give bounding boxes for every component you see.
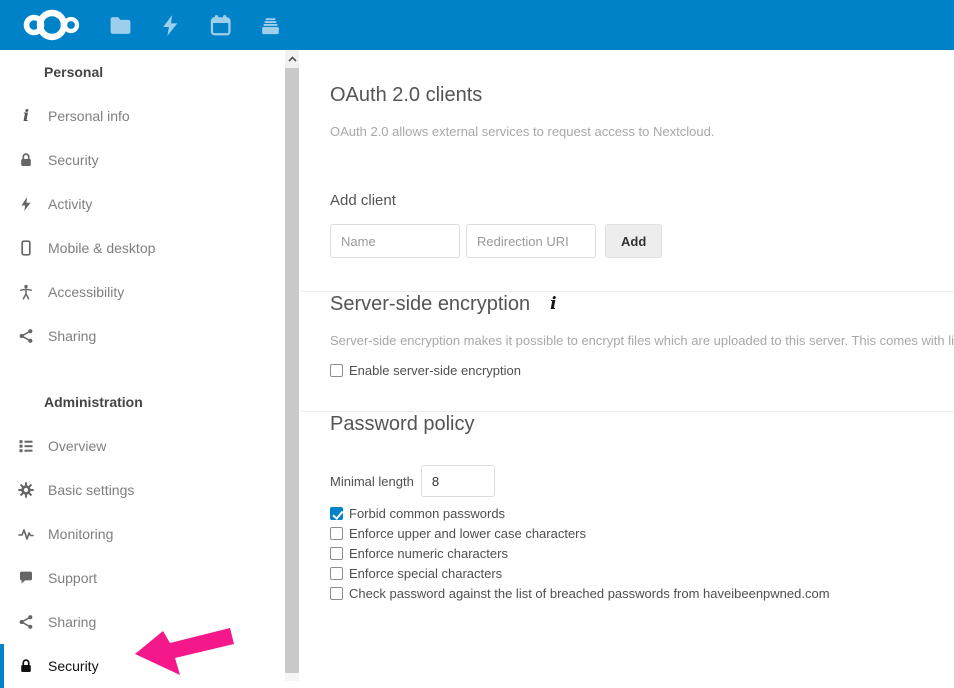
sidebar-item-label: Accessibility xyxy=(48,284,124,300)
policy-option-row: Enforce numeric characters xyxy=(330,546,954,561)
info-icon: i xyxy=(18,108,34,124)
check-breached-passwords-checkbox[interactable] xyxy=(330,587,343,600)
redirection-uri-input[interactable] xyxy=(466,224,596,258)
calendar-icon xyxy=(208,13,233,38)
policy-option-row: Enforce special characters xyxy=(330,566,954,581)
settings-main-panel: OAuth 2.0 clients OAuth 2.0 allows exter… xyxy=(300,50,954,681)
sidebar-item-mobile-desktop[interactable]: Mobile & desktop xyxy=(0,226,285,270)
client-name-input[interactable] xyxy=(330,224,460,258)
policy-option-label: Enforce numeric characters xyxy=(349,546,508,561)
policy-option-label: Enforce upper and lower case characters xyxy=(349,526,586,541)
oauth-section-title: OAuth 2.0 clients xyxy=(330,83,954,107)
deck-icon xyxy=(258,13,283,38)
files-app-button[interactable] xyxy=(95,0,145,50)
sidebar-item-label: Personal info xyxy=(48,108,130,124)
scroll-up-button[interactable] xyxy=(285,50,299,68)
enforce-special-checkbox[interactable] xyxy=(330,567,343,580)
sidebar-item-label: Activity xyxy=(48,196,92,212)
top-header-bar xyxy=(0,0,954,50)
policy-option-row: Enforce upper and lower case characters xyxy=(330,526,954,541)
sidebar-section-administration: Administration xyxy=(0,380,285,424)
sidebar-item-support[interactable]: Support xyxy=(0,556,285,600)
encryption-section-title: Server-side encryption i xyxy=(330,292,954,316)
forbid-common-passwords-checkbox[interactable] xyxy=(330,507,343,520)
enable-encryption-row: Enable server-side encryption xyxy=(330,363,954,378)
settings-sidebar: Personal i Personal info Security Activi… xyxy=(0,50,300,681)
sidebar-scrollbar[interactable] xyxy=(285,50,299,681)
chat-icon xyxy=(18,570,34,586)
info-icon[interactable]: i xyxy=(550,292,556,316)
sidebar-item-security-admin[interactable]: Security xyxy=(0,644,285,688)
phone-icon xyxy=(18,240,34,256)
sidebar-item-label: Support xyxy=(48,570,97,586)
sidebar-item-label: Overview xyxy=(48,438,106,454)
minimal-length-label: Minimal length xyxy=(330,474,414,489)
chevron-up-icon xyxy=(288,56,297,62)
share-icon xyxy=(18,614,34,630)
sidebar-item-monitoring[interactable]: Monitoring xyxy=(0,512,285,556)
password-policy-title: Password policy xyxy=(330,412,954,436)
sidebar-item-security-personal[interactable]: Security xyxy=(0,138,285,182)
enable-encryption-label: Enable server-side encryption xyxy=(349,363,521,378)
sidebar-section-personal: Personal xyxy=(0,50,285,94)
sidebar-item-label: Sharing xyxy=(48,614,96,630)
sidebar-item-sharing-personal[interactable]: Sharing xyxy=(0,314,285,358)
sidebar-item-basic-settings[interactable]: Basic settings xyxy=(0,468,285,512)
minimal-length-input[interactable] xyxy=(421,465,495,497)
folder-icon xyxy=(108,13,133,38)
calendar-app-button[interactable] xyxy=(195,0,245,50)
minimal-length-row: Minimal length xyxy=(330,465,954,497)
gear-icon xyxy=(18,482,34,498)
sidebar-item-sharing-admin[interactable]: Sharing xyxy=(0,600,285,644)
sidebar-item-overview[interactable]: Overview xyxy=(0,424,285,468)
sidebar-item-label: Basic settings xyxy=(48,482,134,498)
nextcloud-logo[interactable] xyxy=(9,0,81,50)
lock-icon xyxy=(18,152,34,168)
policy-option-label: Forbid common passwords xyxy=(349,506,505,521)
sidebar-item-personal-info[interactable]: i Personal info xyxy=(0,94,285,138)
sidebar-item-label: Sharing xyxy=(48,328,96,344)
pulse-icon xyxy=(18,526,34,542)
scrollbar-thumb[interactable] xyxy=(285,68,299,673)
sidebar-item-label: Security xyxy=(48,152,99,168)
add-client-heading: Add client xyxy=(330,192,954,209)
deck-app-button[interactable] xyxy=(245,0,295,50)
lightning-icon xyxy=(158,13,183,38)
enforce-numeric-checkbox[interactable] xyxy=(330,547,343,560)
policy-option-label: Enforce special characters xyxy=(349,566,502,581)
add-client-button[interactable]: Add xyxy=(605,224,662,258)
oauth-section-description: OAuth 2.0 allows external services to re… xyxy=(330,121,954,142)
sidebar-item-activity[interactable]: Activity xyxy=(0,182,285,226)
sidebar-item-label: Security xyxy=(48,658,99,674)
encryption-title-text: Server-side encryption xyxy=(330,292,530,316)
encryption-description: Server-side encryption makes it possible… xyxy=(330,330,954,351)
enable-encryption-checkbox[interactable] xyxy=(330,364,343,377)
policy-option-label: Check password against the list of breac… xyxy=(349,586,830,601)
sidebar-item-label: Monitoring xyxy=(48,526,113,542)
lightning-icon xyxy=(18,196,34,212)
enforce-upper-lower-checkbox[interactable] xyxy=(330,527,343,540)
lock-icon xyxy=(18,658,34,674)
sidebar-item-label: Mobile & desktop xyxy=(48,240,155,256)
policy-option-row: Check password against the list of breac… xyxy=(330,586,954,601)
policy-option-row: Forbid common passwords xyxy=(330,506,954,521)
list-icon xyxy=(18,438,34,454)
sidebar-item-accessibility[interactable]: Accessibility xyxy=(0,270,285,314)
activity-app-button[interactable] xyxy=(145,0,195,50)
share-icon xyxy=(18,328,34,344)
accessibility-icon xyxy=(18,284,34,300)
password-policy-options: Forbid common passwords Enforce upper an… xyxy=(330,506,954,601)
